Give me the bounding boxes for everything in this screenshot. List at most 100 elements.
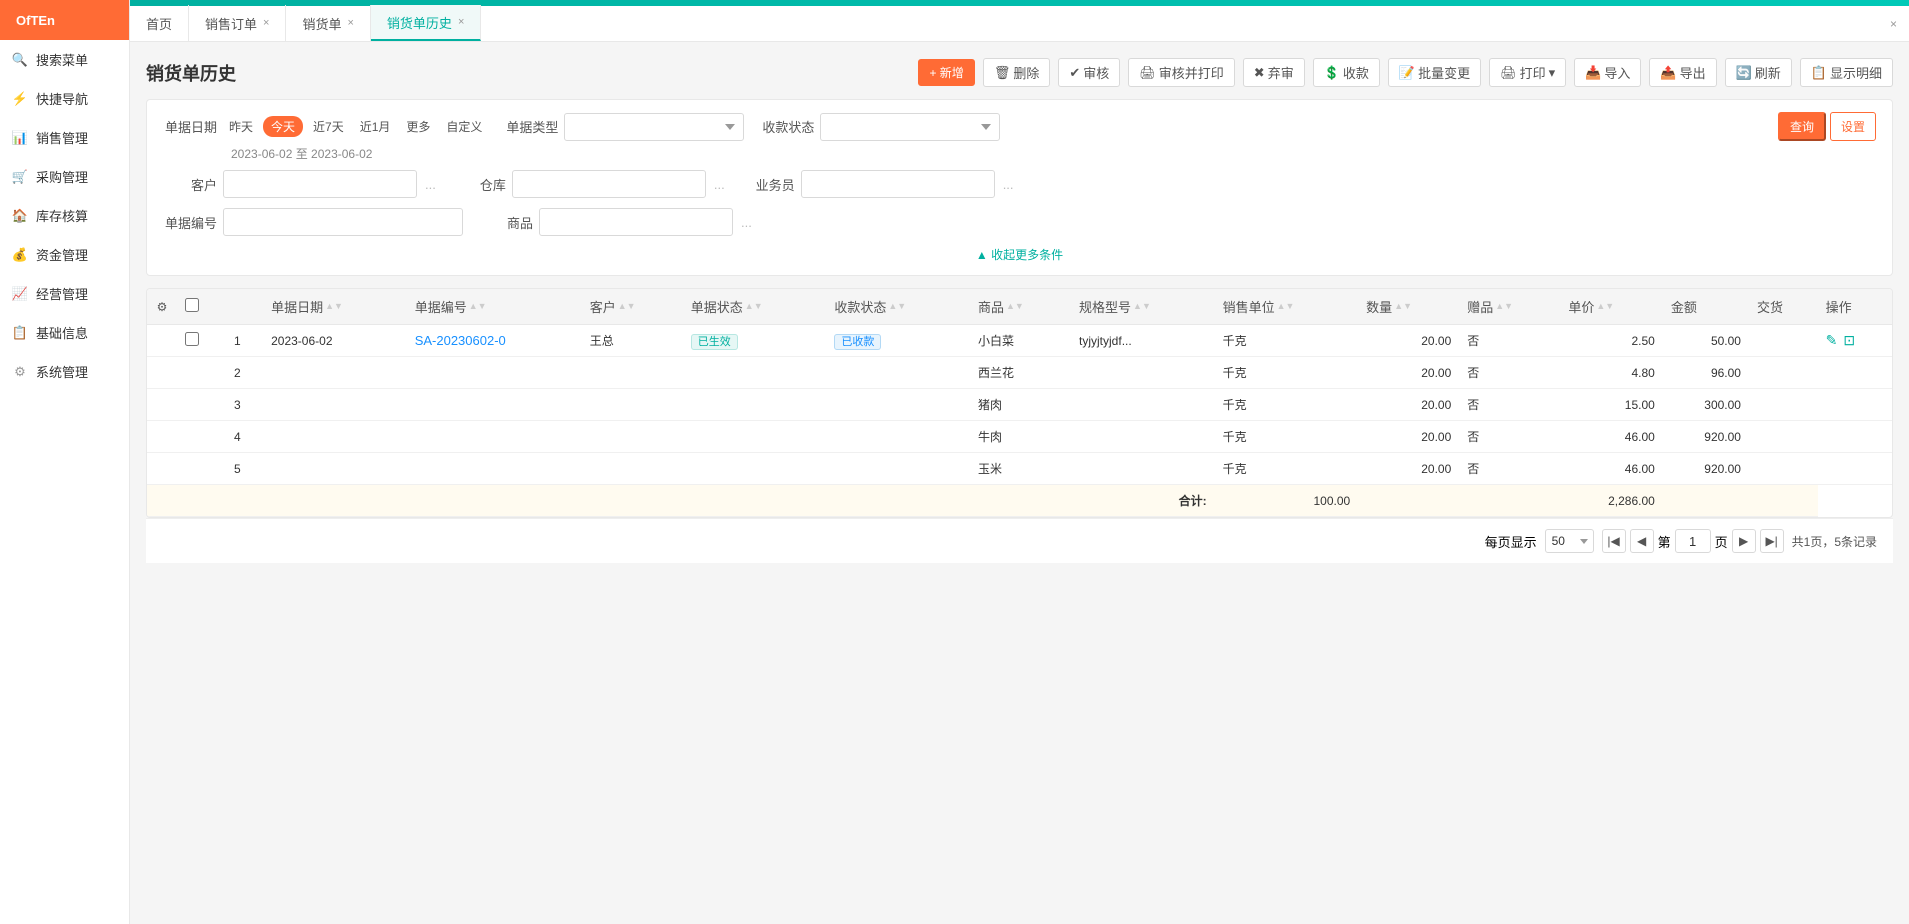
tab-home[interactable]: 首页 [130,5,189,41]
collapse-button[interactable]: ▲ 收起更多条件 [976,246,1063,263]
print-icon: 🖨 [1500,65,1517,81]
td-gift: 否 [1459,389,1560,421]
last-page-button[interactable]: ▶| [1760,529,1784,553]
td-checkbox[interactable] [177,421,226,453]
goods-input[interactable] [539,208,733,236]
prev-page-button[interactable]: ◀ [1630,529,1654,553]
query-button[interactable]: 查询 [1778,112,1826,141]
next-page-button[interactable]: ▶ [1732,529,1756,553]
th-gift[interactable]: 赠品▲▼ [1459,289,1560,325]
tab-sales-history[interactable]: 销货单历史 × [371,5,481,41]
first-page-button[interactable]: |◀ [1602,529,1626,553]
settings-button[interactable]: 设置 [1830,112,1876,141]
td-checkbox[interactable] [177,453,226,485]
tab-sales-order[interactable]: 销售订单 × [189,5,286,41]
th-amount[interactable]: 金额 [1663,289,1749,325]
th-doc-number[interactable]: 单据编号▲▼ [407,289,582,325]
th-spec[interactable]: 规格型号▲▼ [1071,289,1215,325]
sidebar-item-operations[interactable]: 📈 经营管理 [0,274,129,313]
td-qty: 20.00 [1358,357,1459,389]
th-unit-price[interactable]: 单价▲▼ [1560,289,1663,325]
row-checkbox[interactable] [185,332,199,346]
tab-close-sales-delivery[interactable]: × [347,17,353,29]
refresh-button[interactable]: 🔄 刷新 [1725,58,1792,87]
sidebar-item-basic-info[interactable]: 📋 基础信息 [0,313,129,352]
import-button[interactable]: 📥 导入 [1574,58,1641,87]
date-btn-yesterday[interactable]: 昨天 [223,116,259,137]
td-action [1818,453,1892,485]
delete-button[interactable]: 🗑 删除 [983,58,1051,87]
date-btn-today[interactable]: 今天 [263,116,303,137]
td-goods: 小白菜 [970,325,1071,357]
close-all-tabs[interactable]: × [1878,17,1909,31]
summary-total-qty: 100.00 [1215,485,1359,517]
th-action: 操作 [1818,289,1892,325]
select-all-checkbox[interactable] [185,298,199,312]
tab-close-sales-history[interactable]: × [458,16,464,28]
sidebar-item-quick-nav[interactable]: ⚡ 快捷导航 [0,79,129,118]
summary-unit-price [1459,485,1560,517]
page-size-select[interactable]: 20 50 100 200 [1545,529,1594,553]
sidebar-logo: OfTEn [0,0,129,40]
review-print-button[interactable]: 🖨 审核并打印 [1128,58,1235,87]
tab-close-sales-order[interactable]: × [263,17,269,29]
th-payment-status[interactable]: 收款状态▲▼ [826,289,970,325]
detail-icon: 📋 [1811,65,1827,81]
doc-number-link[interactable]: SA-20230602-0 [415,333,506,348]
th-unit[interactable]: 销售单位▲▼ [1215,289,1359,325]
collapse-row: ▲ 收起更多条件 [163,246,1876,263]
export-icon: 📤 [1660,65,1676,81]
sidebar-item-finance[interactable]: 💰 资金管理 [0,235,129,274]
th-customer[interactable]: 客户▲▼ [582,289,683,325]
td-checkbox[interactable] [177,325,226,357]
payment-status-select[interactable] [820,113,1000,141]
edit-icon[interactable]: ✎ [1826,332,1838,349]
abandon-button[interactable]: ✖ 弃审 [1243,58,1305,87]
salesperson-input[interactable] [801,170,995,198]
customer-lookup-icon[interactable]: ... [425,177,436,192]
td-gear [147,421,177,453]
new-button[interactable]: + 新增 [918,59,974,86]
td-gift: 否 [1459,421,1560,453]
customer-input[interactable] [223,170,417,198]
date-btn-more[interactable]: 更多 [400,116,436,137]
docnum-input[interactable] [223,208,463,236]
salesperson-lookup-icon[interactable]: ... [1003,177,1014,192]
batch-change-button[interactable]: 📝 批量变更 [1388,58,1481,87]
date-btn-7days[interactable]: 近7天 [307,116,350,137]
tab-sales-delivery[interactable]: 销货单 × [286,5,370,41]
review-button[interactable]: ✔ 审核 [1058,58,1120,87]
th-goods[interactable]: 商品▲▼ [970,289,1071,325]
date-btn-1month[interactable]: 近1月 [354,116,397,137]
td-doc-date [263,421,407,453]
collect-button[interactable]: 💲 收款 [1313,58,1380,87]
warehouse-lookup-icon[interactable]: ... [714,177,725,192]
date-btn-custom[interactable]: 自定义 [440,116,488,137]
th-transaction: 交货 [1749,289,1818,325]
td-checkbox[interactable] [177,357,226,389]
th-doc-status[interactable]: 单据状态▲▼ [683,289,827,325]
th-doc-date[interactable]: 单据日期▲▼ [263,289,407,325]
td-doc-status [683,357,827,389]
display-detail-button[interactable]: 📋 显示明细 [1800,58,1893,87]
delete-row-icon[interactable]: ⊡ [1843,332,1855,349]
cart-icon: 🛒 [12,169,28,185]
filter-goods: 商品 ... [479,208,752,236]
export-button[interactable]: 📤 导出 [1649,58,1716,87]
td-gear [147,357,177,389]
sidebar-item-purchase-mgmt[interactable]: 🛒 采购管理 [0,157,129,196]
sidebar-item-system-mgmt[interactable]: ⚙ 系统管理 [0,352,129,391]
doctype-select[interactable] [564,113,744,141]
td-rownum: 4 [226,421,263,453]
sidebar-item-search-menu[interactable]: 🔍 搜索菜单 [0,40,129,79]
td-checkbox[interactable] [177,389,226,421]
sidebar-item-inventory[interactable]: 🏠 库存核算 [0,196,129,235]
th-qty[interactable]: 数量▲▼ [1358,289,1459,325]
sidebar-item-sales-mgmt[interactable]: 📊 销售管理 [0,118,129,157]
print-button[interactable]: 🖨 打印 ▾ [1489,58,1566,87]
warehouse-input[interactable] [512,170,706,198]
th-settings[interactable]: ⚙ [147,289,177,325]
page-number-input[interactable] [1675,529,1711,553]
sort-icon-qty: ▲▼ [1394,302,1412,311]
goods-lookup-icon[interactable]: ... [741,215,752,230]
